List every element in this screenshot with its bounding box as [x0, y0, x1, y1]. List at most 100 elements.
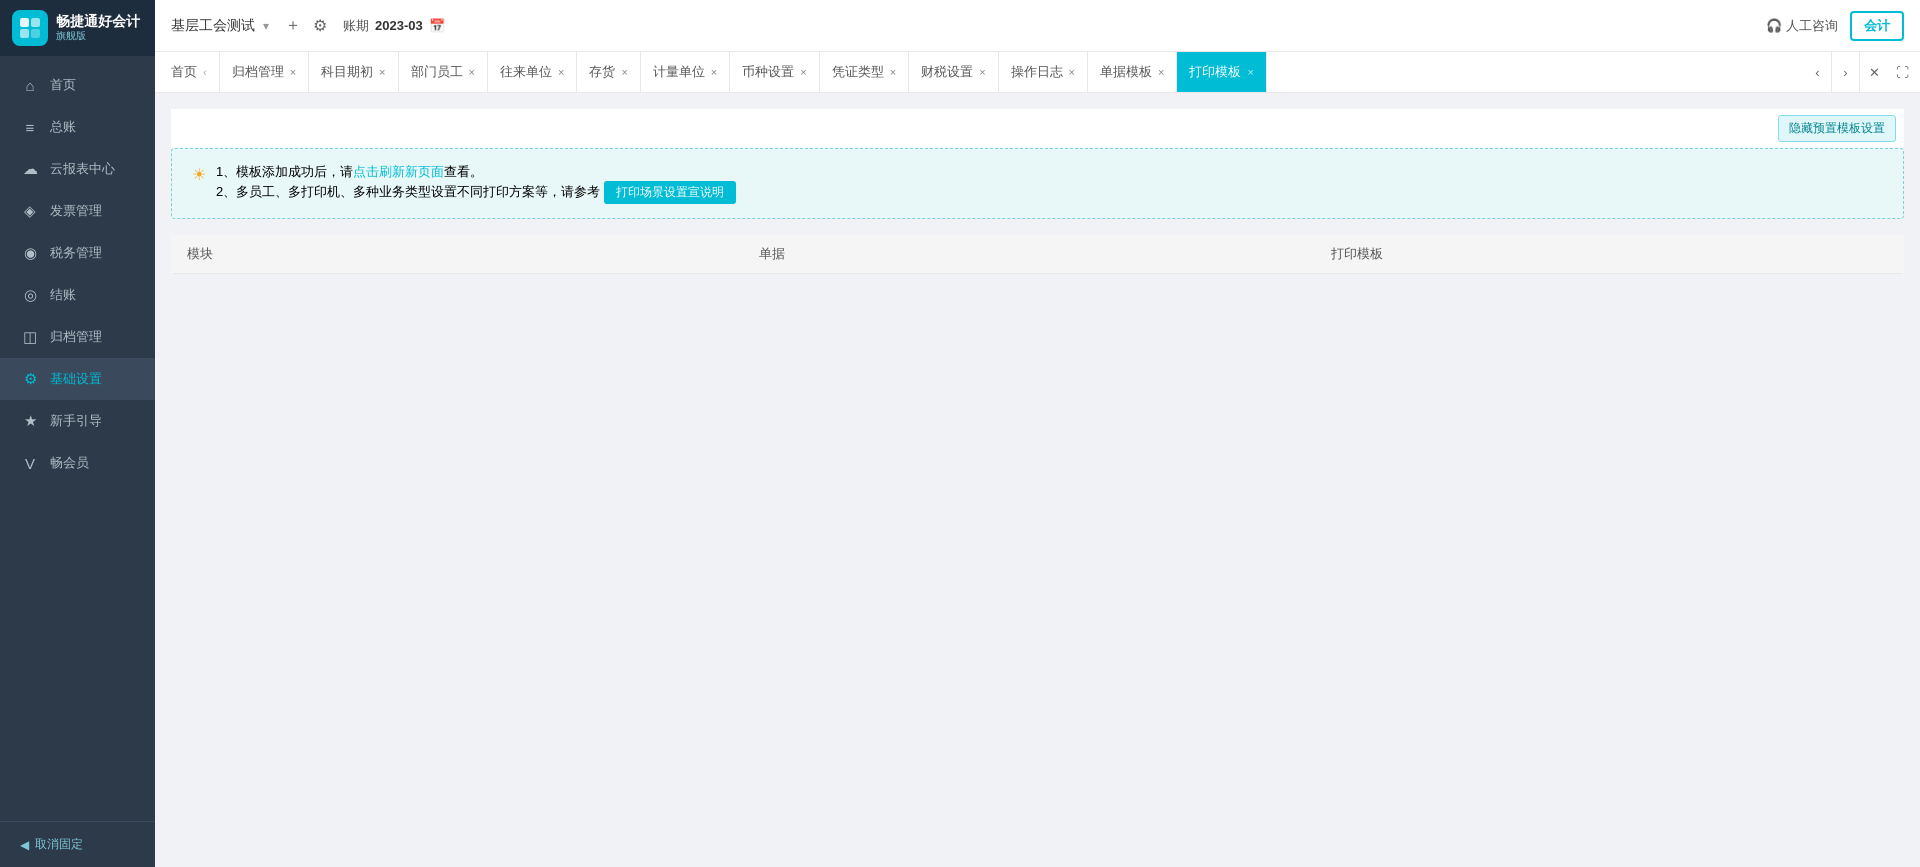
tab-close-icon[interactable]: ×	[1158, 66, 1164, 78]
sidebar-item-label: 总账	[50, 118, 76, 136]
company-name: 基层工会测试	[171, 17, 255, 35]
sidebar-item-home[interactable]: ⌂首页	[0, 64, 155, 106]
app-logo: 畅捷通好会计 旗舰版	[0, 0, 155, 56]
tab-print_template[interactable]: 打印模板 ×	[1177, 52, 1266, 92]
sidebar-item-guide[interactable]: ★ 新手引导	[0, 400, 155, 442]
sidebar-item-closing[interactable]: ◎结账	[0, 274, 155, 316]
sidebar-item-report[interactable]: ☁云报表中心	[0, 148, 155, 190]
notice-line1: 1、模板添加成功后，请点击刷新新页面查看。	[216, 163, 736, 181]
tab-customer[interactable]: 往来单位×	[488, 52, 577, 92]
company-selector[interactable]: 基层工会测试 ▾	[171, 17, 269, 35]
hide-preview-button[interactable]: 隐藏预置模板设置	[1778, 115, 1896, 142]
sidebar-item-ledger[interactable]: ≡ 总账	[0, 106, 155, 148]
tab-close-icon[interactable]: ×	[469, 66, 475, 78]
tab-close-icon[interactable]: ×	[890, 66, 896, 78]
sidebar-item-settings[interactable]: ⚙基础设置	[0, 358, 155, 400]
period-label: 账期	[343, 17, 369, 35]
sidebar-item-tax[interactable]: ◉ 税务管理	[0, 232, 155, 274]
tab-label: 计量单位	[653, 63, 705, 81]
tab-close-icon[interactable]: ×	[1069, 66, 1075, 78]
settings-icon[interactable]: ⚙	[313, 16, 327, 35]
sidebar-nav: ⌂首页 ≡ 总账 ☁云报表中心 ◈ 发票管理 ◉ 税务管理 ◎结账◫归档管理⚙基础设置 ★ 新手引导…	[0, 56, 155, 821]
tab-archive_mgmt[interactable]: 归档管理×	[220, 52, 309, 92]
notice-line1-prefix: 1、模板添加成功后，请	[216, 164, 353, 179]
tab-subject_init[interactable]: 科目期初 ×	[309, 52, 398, 92]
tab-close-icon[interactable]: ×	[1247, 66, 1253, 78]
tab-label: 部门员工	[411, 63, 463, 81]
tab-label: 打印模板	[1189, 63, 1241, 81]
cancel-fixed-icon: ◀	[20, 838, 29, 852]
cancel-fixed-button[interactable]: ◀ 取消固定	[0, 821, 155, 867]
svg-rect-0	[20, 18, 29, 27]
tab-close-all-button[interactable]: ✕	[1860, 52, 1888, 92]
sidebar-item-label: 首页	[50, 76, 76, 94]
print-template-table: 模块 单据 打印模板	[171, 235, 1904, 274]
tab-next-button[interactable]: ›	[1832, 52, 1860, 92]
data-table: 模块 单据 打印模板	[171, 235, 1904, 274]
sidebar-item-member[interactable]: V 畅会员	[0, 442, 155, 484]
svg-rect-2	[20, 29, 29, 38]
tab-close-icon[interactable]: ×	[979, 66, 985, 78]
tab-close-icon[interactable]: ×	[379, 66, 385, 78]
sidebar-item-label: 云报表中心	[50, 160, 115, 178]
logo-icon	[12, 10, 48, 46]
col-print-template: 打印模板	[1315, 235, 1904, 274]
invoice-icon: ◈	[20, 202, 40, 220]
topbar: 基层工会测试 ▾ ＋ ⚙ 账期 2023-03 📅 🎧 人工咨询 会计	[155, 0, 1920, 52]
ledger-icon: ≡	[20, 119, 40, 136]
sidebar-item-label: 税务管理	[50, 244, 102, 262]
tab-tax_settings[interactable]: 财税设置 ×	[909, 52, 998, 92]
settings-icon: ⚙	[20, 370, 40, 388]
tab-close-icon[interactable]: ×	[290, 66, 296, 78]
col-voucher: 单据	[743, 235, 1315, 274]
accountant-label: 会计	[1864, 18, 1890, 33]
sidebar-item-label: 新手引导	[50, 412, 102, 430]
topbar-actions: ＋ ⚙	[285, 15, 327, 36]
notice-refresh-link[interactable]: 点击刷新新页面	[353, 164, 444, 179]
topbar-right: 🎧 人工咨询 会计	[1766, 11, 1904, 41]
tax-icon: ◉	[20, 244, 40, 262]
notice-line2-prefix: 2、多员工、多打印机、多种业务类型设置不同打印方案等，请参考	[216, 184, 600, 199]
sidebar-item-invoice[interactable]: ◈ 发票管理	[0, 190, 155, 232]
service-button[interactable]: 🎧 人工咨询	[1766, 17, 1838, 35]
notice-line1-suffix: 查看。	[444, 164, 483, 179]
sidebar-item-label: 发票管理	[50, 202, 102, 220]
print-scene-button[interactable]: 打印场景设置宣说明	[604, 181, 736, 204]
sidebar: 畅捷通好会计 旗舰版 ⌂首页 ≡ 总账 ☁云报表中心 ◈ 发票管理 ◉ 税务管理 ◎结账◫归档管…	[0, 0, 155, 867]
closing-icon: ◎	[20, 286, 40, 304]
tab-operation_log[interactable]: 操作日志 ×	[999, 52, 1088, 92]
service-label: 人工咨询	[1786, 17, 1838, 35]
tabbar: 首页‹归档管理×科目期初×部门员工×往来单位×存货×计量单位×币种设置×凭证类型…	[155, 52, 1920, 93]
tab-currency[interactable]: 币种设置×	[730, 52, 819, 92]
tab-voucher_type[interactable]: 凭证类型×	[820, 52, 909, 92]
accountant-button[interactable]: 会计	[1850, 11, 1904, 41]
tab-single_template[interactable]: 单据模板×	[1088, 52, 1177, 92]
tab-unit[interactable]: 计量单位 ×	[641, 52, 730, 92]
tab-close-icon[interactable]: ×	[621, 66, 627, 78]
logo-sub: 旗舰版	[56, 29, 140, 43]
guide-icon: ★	[20, 412, 40, 430]
tab-expand-button[interactable]: ⛶	[1888, 52, 1916, 92]
tab-home[interactable]: 首页‹	[159, 52, 220, 92]
tab-label: 操作日志	[1011, 63, 1063, 81]
top-actions: 隐藏预置模板设置	[171, 109, 1904, 148]
tab-label: 存货	[589, 63, 615, 81]
tab-dept_staff[interactable]: 部门员工 ×	[399, 52, 488, 92]
company-dropdown-icon[interactable]: ▾	[263, 19, 269, 33]
tab-label: 财税设置	[921, 63, 973, 81]
sidebar-item-archive[interactable]: ◫归档管理	[0, 316, 155, 358]
calendar-icon[interactable]: 📅	[429, 18, 445, 33]
tab-home-nav-icon: ‹	[203, 66, 207, 78]
svg-rect-3	[31, 29, 40, 38]
member-icon: V	[20, 455, 40, 472]
tab-inventory[interactable]: 存货 ×	[577, 52, 640, 92]
notice-content: ☀ 1、模板添加成功后，请点击刷新新页面查看。 2、多员工、多打印机、多种业务类…	[192, 163, 1883, 204]
tab-label: 科目期初	[321, 63, 373, 81]
cancel-fixed-label: 取消固定	[35, 836, 83, 853]
tab-prev-button[interactable]: ‹	[1804, 52, 1832, 92]
sidebar-item-label: 畅会员	[50, 454, 89, 472]
tab-close-icon[interactable]: ×	[711, 66, 717, 78]
tab-close-icon[interactable]: ×	[558, 66, 564, 78]
tab-close-icon[interactable]: ×	[800, 66, 806, 78]
add-icon[interactable]: ＋	[285, 15, 301, 36]
